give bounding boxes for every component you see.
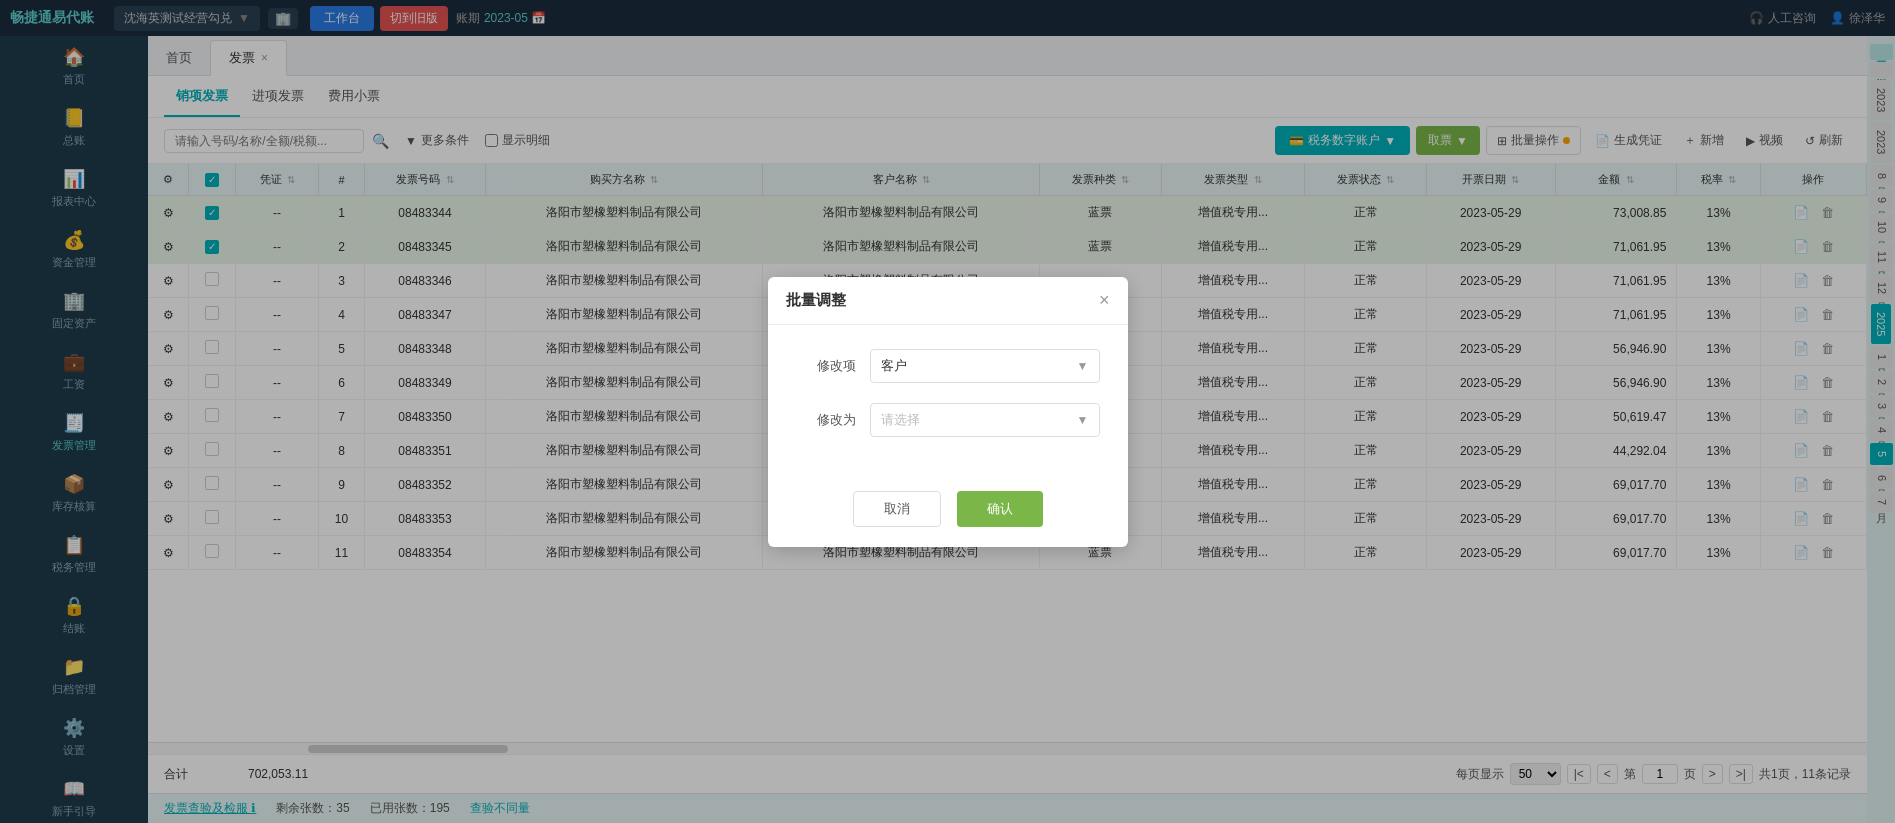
modal-header: 批量调整 × bbox=[768, 277, 1128, 325]
batch-adjust-modal: 批量调整 × 修改项 客户 ▼ 修改为 请选择 ▼ 取消 确认 bbox=[768, 277, 1128, 547]
target-label: 修改为 bbox=[796, 411, 856, 429]
modal-title: 批量调整 bbox=[786, 291, 846, 310]
target-select-arrow: ▼ bbox=[1077, 413, 1089, 427]
form-row-field: 修改项 客户 ▼ bbox=[796, 349, 1100, 383]
modal-overlay[interactable]: 批量调整 × 修改项 客户 ▼ 修改为 请选择 ▼ 取消 确认 bbox=[0, 0, 1895, 823]
target-placeholder: 请选择 bbox=[881, 411, 920, 429]
form-row-target: 修改为 请选择 ▼ bbox=[796, 403, 1100, 437]
field-label: 修改项 bbox=[796, 357, 856, 375]
field-select-arrow: ▼ bbox=[1077, 359, 1089, 373]
target-select[interactable]: 请选择 ▼ bbox=[870, 403, 1100, 437]
modal-body: 修改项 客户 ▼ 修改为 请选择 ▼ bbox=[768, 325, 1128, 477]
confirm-button[interactable]: 确认 bbox=[957, 491, 1043, 527]
modal-footer: 取消 确认 bbox=[768, 477, 1128, 547]
field-select[interactable]: 客户 ▼ bbox=[870, 349, 1100, 383]
modal-close-button[interactable]: × bbox=[1099, 291, 1110, 309]
cancel-button[interactable]: 取消 bbox=[853, 491, 941, 527]
field-value: 客户 bbox=[881, 357, 907, 375]
